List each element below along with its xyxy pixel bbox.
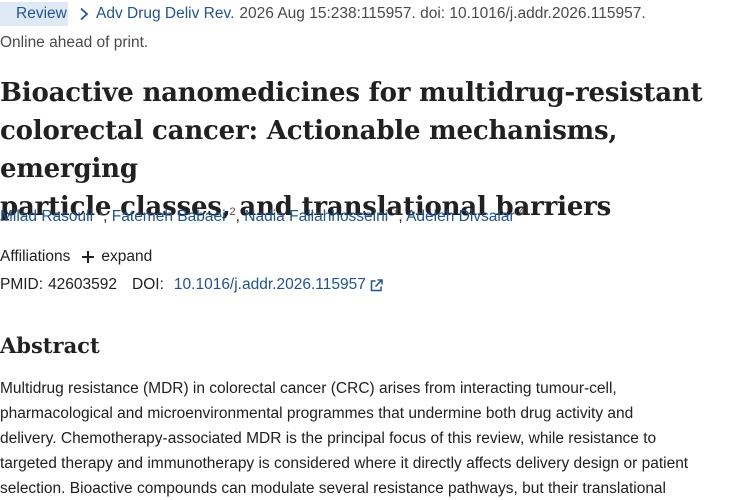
abstract-text: Multidrug resistance (MDR) in colorectal… bbox=[0, 376, 750, 500]
article-page: Review Adv Drug Deliv Rev. 2026 Aug 15:2… bbox=[0, 0, 750, 500]
title-line: colorectal cancer: Actionable mechanisms… bbox=[0, 116, 618, 184]
abstract-line: targeted therapy and immunotherapy is co… bbox=[0, 455, 689, 472]
abstract-heading: Abstract bbox=[0, 333, 100, 358]
identifiers-row: PMID: 42603592 DOI: 10.1016/j.addr.2026.… bbox=[0, 276, 383, 294]
affiliations-expand-button[interactable]: expand bbox=[82, 248, 152, 266]
citation-line: Review Adv Drug Deliv Rev. 2026 Aug 15:2… bbox=[0, 2, 646, 26]
author-link[interactable]: Milad Rasouli bbox=[0, 208, 93, 225]
expand-label: expand bbox=[101, 248, 153, 265]
article-type-badge: Review bbox=[0, 2, 68, 26]
authors-list: Milad Rasouli 1, Fatemeh Babaei 2, Nadia F… bbox=[0, 206, 525, 226]
plus-icon bbox=[82, 251, 95, 263]
author-link[interactable]: Fatemeh Babaei bbox=[112, 208, 226, 225]
abstract-line: pharmacological and microenvironmental p… bbox=[0, 405, 634, 422]
external-link-icon[interactable] bbox=[370, 278, 383, 292]
doi-link[interactable]: 10.1016/j.addr.2026.115957 bbox=[174, 276, 366, 294]
pmid-label: PMID: bbox=[0, 276, 44, 293]
affiliations-label: Affiliations bbox=[0, 248, 71, 265]
author-link[interactable]: Adeleh Divsalar bbox=[406, 208, 515, 225]
author-link[interactable]: Nadia Fallahhosseini bbox=[244, 208, 388, 225]
title-line: Bioactive nanomedicines for multidrug-re… bbox=[0, 78, 703, 108]
author-separator: , bbox=[103, 208, 112, 226]
author-separator: , bbox=[235, 208, 245, 226]
affiliation-number[interactable]: 4 bbox=[519, 206, 525, 218]
author-separator: , bbox=[398, 208, 407, 226]
abstract-line: delivery. Chemotherapy-associated MDR is… bbox=[0, 430, 657, 447]
article-title: Bioactive nanomedicines for multidrug-re… bbox=[0, 74, 750, 226]
abstract-line: selection. Bioactive compounds can modul… bbox=[0, 480, 667, 497]
doi-label: DOI: bbox=[132, 276, 164, 293]
abstract-line: Multidrug resistance (MDR) in colorectal… bbox=[0, 380, 617, 397]
print-status: Online ahead of print. bbox=[0, 34, 149, 51]
publication-details: 2026 Aug 15:238:115957. doi: 10.1016/j.a… bbox=[239, 5, 646, 22]
affiliations-row: Affiliations expand bbox=[0, 248, 152, 266]
pmid-value: 42603592 bbox=[48, 276, 118, 293]
journal-link[interactable]: Adv Drug Deliv Rev. bbox=[96, 5, 234, 23]
chevron-right-icon bbox=[77, 7, 91, 21]
